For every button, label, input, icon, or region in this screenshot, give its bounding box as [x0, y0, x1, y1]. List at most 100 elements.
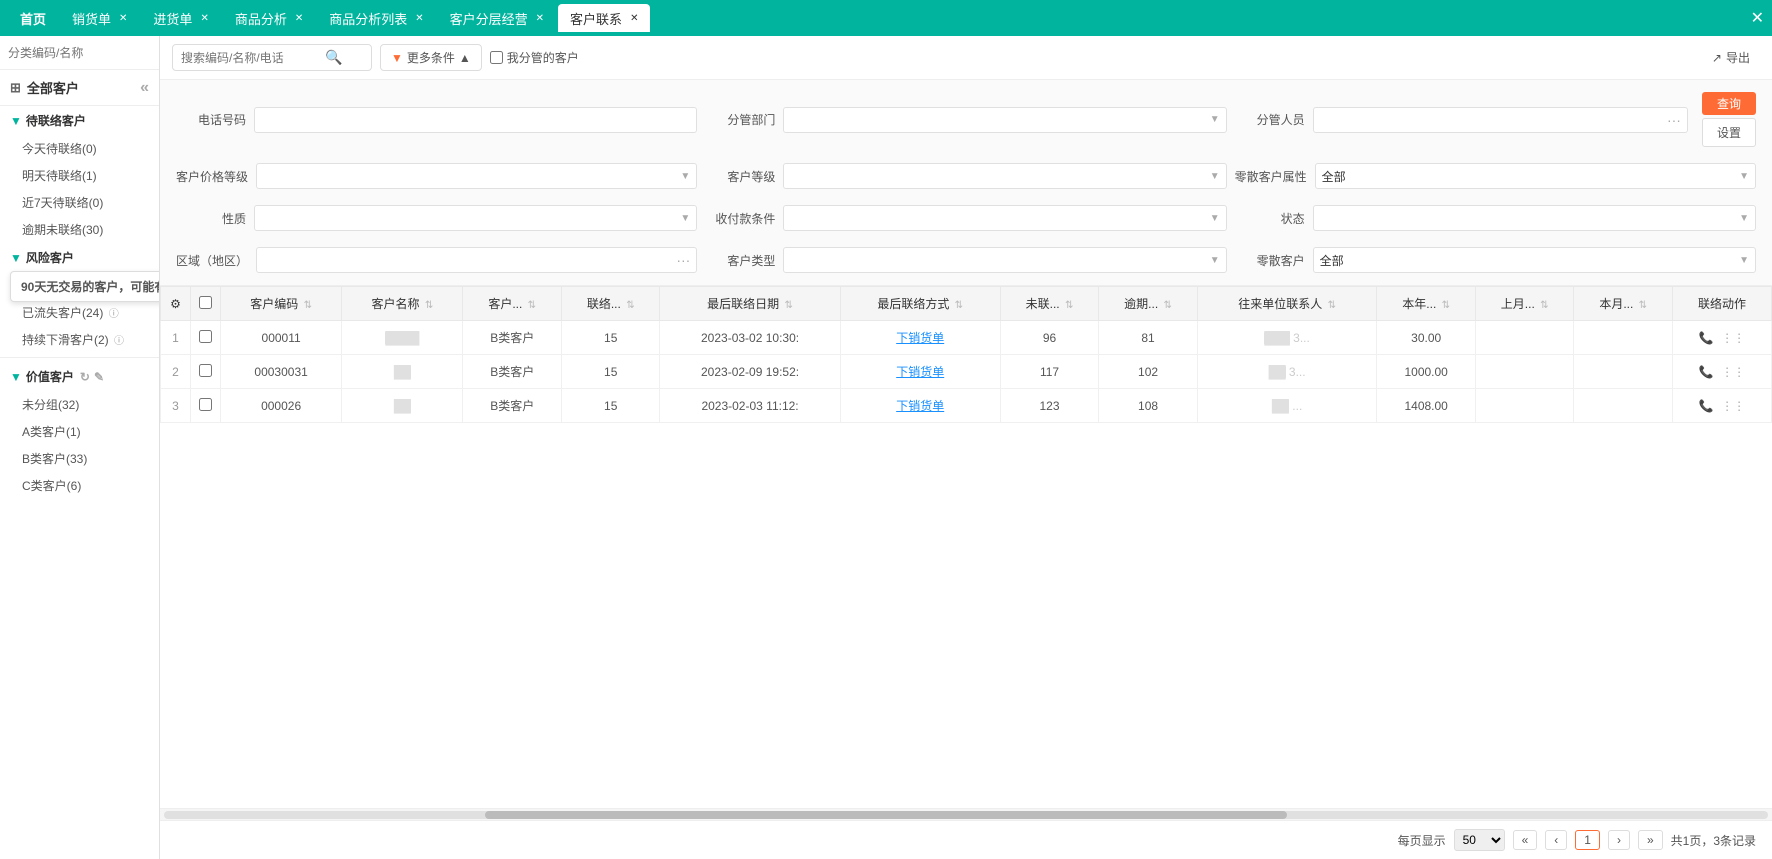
my-customers-checkbox-label[interactable]: 我分管的客户 — [490, 49, 579, 66]
contact-action-icon-3[interactable]: 📞 — [1699, 399, 1714, 413]
more-action-icon[interactable]: ⋮⋮ — [1721, 331, 1745, 345]
sort-arrows-name[interactable]: ⇅ — [425, 300, 433, 311]
sort-arrows-code[interactable]: ⇅ — [304, 300, 312, 311]
sort-arrows-this-month[interactable]: ⇅ — [1639, 300, 1647, 311]
payment-select[interactable]: ▼ — [783, 205, 1226, 231]
nav-tab-goods-analysis-close[interactable]: ✕ — [295, 13, 303, 24]
sidebar-item-lost[interactable]: 已流失客户(24) ⓘ — [0, 299, 159, 326]
query-button[interactable]: 查询 — [1702, 92, 1756, 115]
manager-select[interactable]: ··· — [1313, 107, 1688, 133]
sidebar-group-risk[interactable]: ▼ 风险客户 90天无交易的客户，可能有流失风险。 — [0, 243, 159, 272]
filter-row-2-col-3: 零散客户属性 全部 ▼ — [1235, 159, 1756, 193]
nav-tab-purchase[interactable]: 进货单 ✕ — [141, 4, 220, 32]
more-action-icon-3[interactable]: ⋮⋮ — [1721, 399, 1745, 413]
sidebar-search-bar[interactable]: 🔍 — [0, 36, 159, 70]
sidebar-item-type-c[interactable]: C类客户(6) — [0, 472, 159, 499]
row-1-last-method[interactable]: 下销货单 — [840, 321, 1000, 355]
customer-level-select[interactable]: ▼ — [783, 163, 1226, 189]
select-all-checkbox[interactable] — [199, 296, 212, 309]
sidebar-item-week-pending[interactable]: 近7天待联络(0) — [0, 189, 159, 216]
sort-arrows-no-contact[interactable]: ⇅ — [1065, 300, 1073, 311]
nav-tab-sales-close[interactable]: ✕ — [119, 13, 127, 24]
scrollbar-thumb[interactable] — [485, 811, 1287, 819]
row-2-last-method[interactable]: 下销货单 — [840, 355, 1000, 389]
refresh-icon[interactable]: ↻ — [80, 370, 90, 384]
first-page-button[interactable]: « — [1513, 830, 1538, 850]
edit-icon[interactable]: ✎ — [94, 370, 104, 384]
sidebar-group-value[interactable]: ▼ 价值客户 ↻ ✎ — [0, 362, 159, 391]
nav-tab-customer-contact[interactable]: 客户联系 ✕ — [558, 4, 650, 32]
sidebar-item-today-pending[interactable]: 今天待联络(0) — [0, 135, 159, 162]
sort-arrows-this-year[interactable]: ⇅ — [1442, 300, 1450, 311]
nav-tab-sales[interactable]: 销货单 ✕ — [60, 4, 139, 32]
window-close-button[interactable]: ✕ — [1751, 8, 1764, 28]
nature-select[interactable]: ▼ — [254, 205, 697, 231]
row-3-checkbox[interactable] — [191, 389, 221, 423]
sort-arrows-overdue[interactable]: ⇅ — [1164, 300, 1172, 311]
row-1-contact: 15 — [561, 321, 660, 355]
sort-arrows-last-month[interactable]: ⇅ — [1540, 300, 1548, 311]
search-input-container[interactable]: 🔍 — [172, 44, 372, 71]
price-level-label: 客户价格等级 — [176, 168, 248, 185]
sort-arrows-contact[interactable]: ⇅ — [626, 300, 634, 311]
sidebar-item-tomorrow-pending[interactable]: 明天待联络(1) — [0, 162, 159, 189]
manager-dots-icon[interactable]: ··· — [1667, 112, 1681, 128]
sort-arrows-last-method[interactable]: ⇅ — [955, 300, 963, 311]
nav-tab-goods-list-close[interactable]: ✕ — [415, 13, 423, 24]
sidebar-item-type-b[interactable]: B类客户(33) — [0, 445, 159, 472]
retail-select[interactable]: 全部 ▼ — [1313, 247, 1756, 273]
more-action-icon-2[interactable]: ⋮⋮ — [1721, 365, 1745, 379]
horizontal-scrollbar[interactable] — [160, 808, 1772, 820]
row-3-last-method[interactable]: 下销货单 — [840, 389, 1000, 423]
region-select[interactable]: ··· — [256, 247, 697, 273]
filter-search-icon[interactable]: 🔍 — [325, 49, 342, 66]
status-select[interactable]: ▼ — [1313, 205, 1756, 231]
sidebar-group-pending-contact[interactable]: ▼ 待联络客户 — [0, 106, 159, 135]
nav-tab-customer-contact-close[interactable]: ✕ — [630, 13, 638, 24]
nav-tab-customer-tier-close[interactable]: ✕ — [536, 13, 544, 24]
prev-page-button[interactable]: ‹ — [1545, 830, 1567, 850]
row-1-checkbox[interactable] — [191, 321, 221, 355]
scrollbar-track[interactable] — [164, 811, 1768, 819]
nav-tab-goods-analysis[interactable]: 商品分析 ✕ — [223, 4, 315, 32]
filter-row-1-col-3: 分管人员 ··· 查询 设置 — [1235, 88, 1756, 151]
col-settings[interactable]: ⚙ — [161, 287, 191, 321]
sidebar-item-ungrouped[interactable]: 未分组(32) — [0, 391, 159, 418]
phone-input[interactable] — [254, 107, 697, 133]
last-page-button[interactable]: » — [1638, 830, 1663, 850]
my-customers-checkbox[interactable] — [490, 51, 503, 64]
col-checkbox[interactable] — [191, 287, 221, 321]
more-conditions-button[interactable]: ▼ 更多条件 ▲ — [380, 44, 482, 71]
row-1-no-contact: 96 — [1000, 321, 1099, 355]
sidebar-collapse-icon[interactable]: « — [140, 79, 149, 97]
per-page-select[interactable]: 20 50 100 — [1454, 829, 1505, 851]
contact-action-icon-2[interactable]: 📞 — [1699, 365, 1714, 379]
row-3-action[interactable]: 📞 ⋮⋮ — [1672, 389, 1771, 423]
price-level-select[interactable]: ▼ — [256, 163, 697, 189]
settings-button[interactable]: 设置 — [1702, 118, 1756, 147]
sidebar-item-overdue-pending[interactable]: 逾期未联络(30) — [0, 216, 159, 243]
sort-arrows-last-date[interactable]: ⇅ — [785, 300, 793, 311]
region-dots-icon[interactable]: ··· — [676, 252, 690, 268]
row-2-checkbox[interactable] — [191, 355, 221, 389]
sort-arrows-contact-person[interactable]: ⇅ — [1328, 300, 1336, 311]
sidebar-item-declining[interactable]: 持续下滑客户(2) ⓘ — [0, 326, 159, 353]
scattered-attr-select[interactable]: 全部 ▼ — [1315, 163, 1756, 189]
sidebar-search-input[interactable] — [8, 46, 160, 60]
next-page-button[interactable]: › — [1608, 830, 1630, 850]
nav-tab-goods-list[interactable]: 商品分析列表 ✕ — [317, 4, 435, 32]
sidebar-all-customers[interactable]: ⊞ 全部客户 « — [0, 70, 159, 106]
customer-type-select[interactable]: ▼ — [783, 247, 1226, 273]
sidebar-item-type-a[interactable]: A类客户(1) — [0, 418, 159, 445]
nav-tab-home[interactable]: 首页 — [8, 4, 58, 32]
contact-action-icon[interactable]: 📞 — [1699, 331, 1714, 345]
row-2-action[interactable]: 📞 ⋮⋮ — [1672, 355, 1771, 389]
row-1-action[interactable]: 📞 ⋮⋮ — [1672, 321, 1771, 355]
export-button[interactable]: ↗ 导出 — [1702, 45, 1760, 70]
dept-select[interactable]: ▼ — [783, 107, 1226, 133]
nav-tab-purchase-close[interactable]: ✕ — [200, 13, 208, 24]
sort-arrows-type[interactable]: ⇅ — [528, 300, 536, 311]
nav-tab-customer-tier[interactable]: 客户分层经营 ✕ — [438, 4, 556, 32]
row-1-contact-person: ███ 3... — [1197, 321, 1377, 355]
search-input[interactable] — [181, 51, 321, 65]
